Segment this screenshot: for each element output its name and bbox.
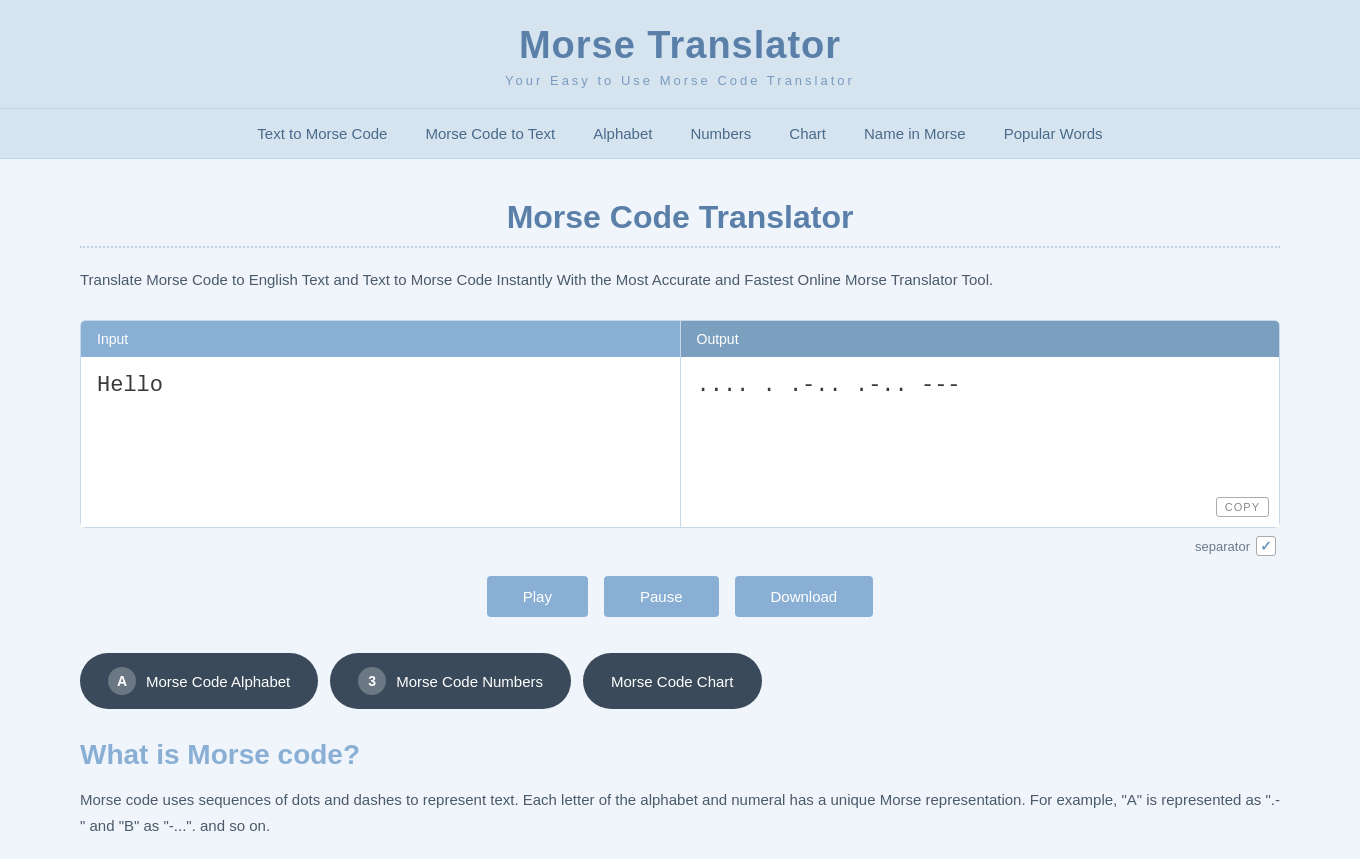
what-is-section: What is Morse code? Morse code uses sequ…	[80, 739, 1280, 838]
tab-chart-label: Morse Code Chart	[611, 673, 734, 690]
section-text: Morse code uses sequences of dots and da…	[80, 787, 1280, 838]
tab-alphabet[interactable]: A Morse Code Alphabet	[80, 653, 318, 709]
output-panel-header: Output	[681, 321, 1280, 357]
nav-text-to-morse[interactable]: Text to Morse Code	[253, 123, 391, 144]
tab-numbers[interactable]: 3 Morse Code Numbers	[330, 653, 571, 709]
divider	[80, 246, 1280, 248]
bottom-tabs: A Morse Code Alphabet 3 Morse Code Numbe…	[80, 653, 1280, 709]
main-content: Morse Code Translator Translate Morse Co…	[0, 159, 1360, 859]
site-title: Morse Translator	[0, 24, 1360, 67]
action-buttons: Play Pause Download	[80, 576, 1280, 617]
description-text: Translate Morse Code to English Text and…	[80, 268, 1280, 292]
input-panel-header: Input	[81, 321, 680, 357]
input-panel: Input Hello	[81, 321, 680, 527]
page-title: Morse Code Translator	[80, 199, 1280, 236]
alphabet-icon: A	[108, 667, 136, 695]
nav-name-in-morse[interactable]: Name in Morse	[860, 123, 970, 144]
output-textarea[interactable]: .... . .-.. .-.. ---	[681, 357, 1280, 527]
checkmark-icon: ✓	[1260, 538, 1272, 554]
site-subtitle: Your Easy to Use Morse Code Translator	[0, 73, 1360, 88]
copy-button[interactable]: COPY	[1216, 497, 1269, 517]
download-button[interactable]: Download	[735, 576, 874, 617]
pause-button[interactable]: Pause	[604, 576, 719, 617]
nav-popular-words[interactable]: Popular Words	[1000, 123, 1107, 144]
play-button[interactable]: Play	[487, 576, 588, 617]
tab-alphabet-label: Morse Code Alphabet	[146, 673, 290, 690]
tab-numbers-label: Morse Code Numbers	[396, 673, 543, 690]
nav-morse-to-text[interactable]: Morse Code to Text	[421, 123, 559, 144]
separator-row: separator ✓	[80, 536, 1280, 556]
tab-chart[interactable]: Morse Code Chart	[583, 653, 762, 709]
separator-label: separator	[1195, 539, 1250, 554]
section-heading: What is Morse code?	[80, 739, 1280, 771]
navigation: Text to Morse Code Morse Code to Text Al…	[0, 108, 1360, 159]
translator-container: Input Hello Output .... . .-.. .-.. --- …	[80, 320, 1280, 528]
nav-numbers[interactable]: Numbers	[686, 123, 755, 144]
separator-checkbox[interactable]: ✓	[1256, 536, 1276, 556]
numbers-icon: 3	[358, 667, 386, 695]
nav-chart[interactable]: Chart	[785, 123, 830, 144]
header: Morse Translator Your Easy to Use Morse …	[0, 0, 1360, 88]
input-textarea[interactable]: Hello	[81, 357, 680, 527]
nav-alphabet[interactable]: Alphabet	[589, 123, 656, 144]
output-panel: Output .... . .-.. .-.. --- COPY	[681, 321, 1280, 527]
